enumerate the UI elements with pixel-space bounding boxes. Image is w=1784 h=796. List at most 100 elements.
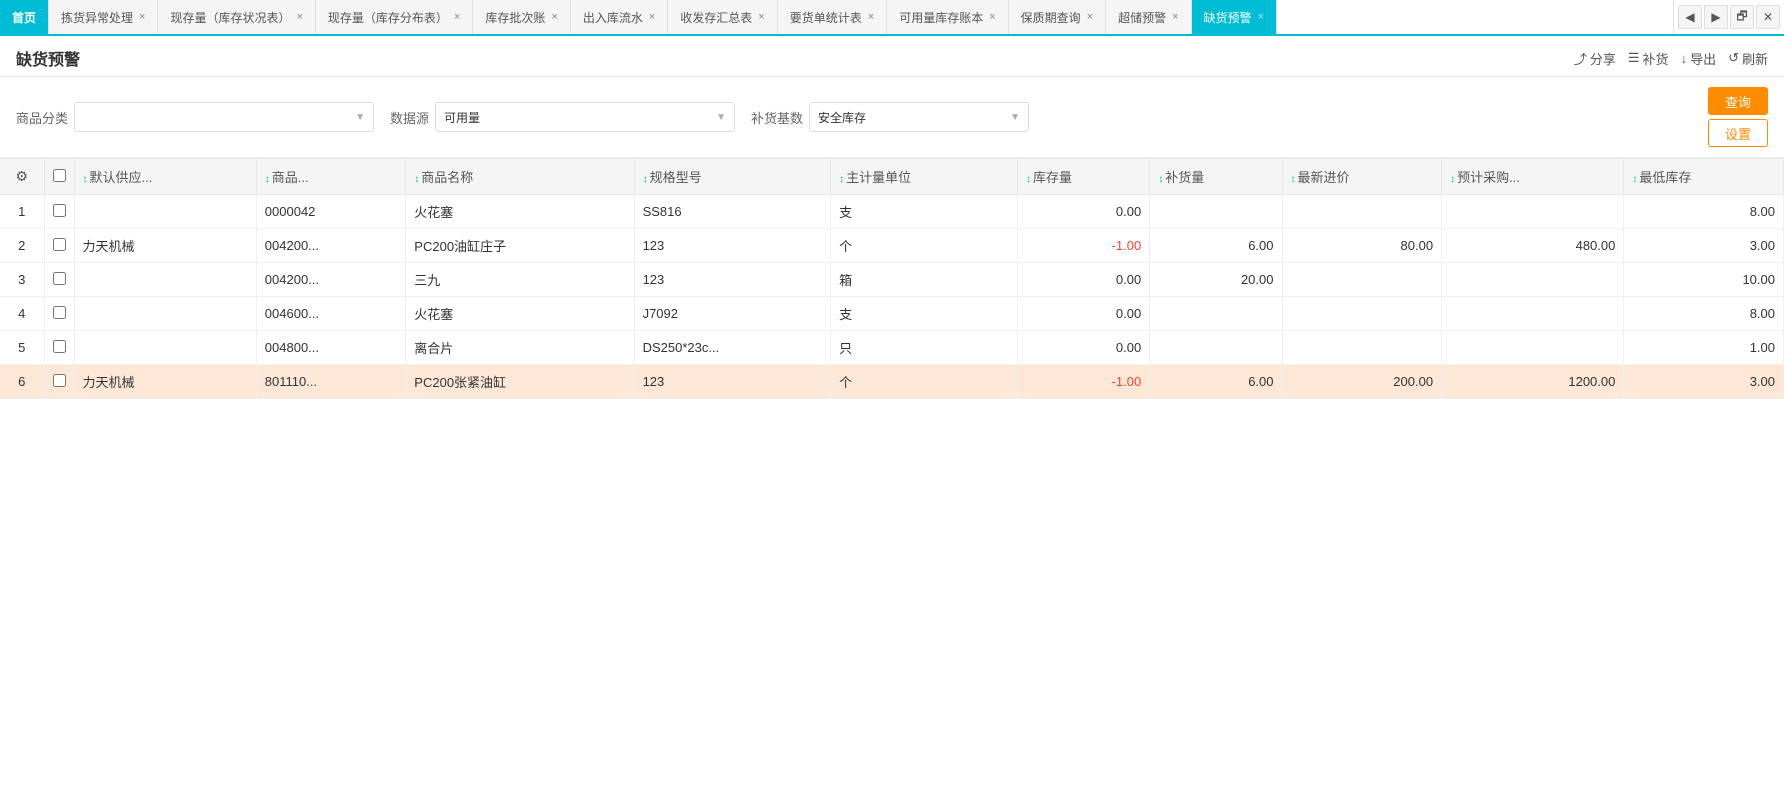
nav-tab-6[interactable]: 收发存汇总表× xyxy=(668,0,777,34)
col-min-stock: ↕最低库存 xyxy=(1624,159,1784,195)
filter-actions: 查询 设置 xyxy=(1708,87,1768,147)
row-check-3[interactable] xyxy=(44,297,74,331)
nav-tabs: 首页拣货异常处理×现存量（库存状况表）×现存量（库存分布表）×库存批次账×出入库… xyxy=(0,0,1673,34)
select-all-checkbox[interactable] xyxy=(53,169,66,182)
row-min-stock-1: 3.00 xyxy=(1624,229,1784,263)
nav-tab-5[interactable]: 出入库流水× xyxy=(571,0,668,34)
close-tab-icon-1[interactable]: × xyxy=(139,11,145,23)
row-code-0: 0000042 xyxy=(256,195,406,229)
col-code: ↕商品... xyxy=(256,159,406,195)
row-stock-5: -1.00 xyxy=(1017,365,1149,399)
row-code-2: 004200... xyxy=(256,263,406,297)
row-checkbox-1[interactable] xyxy=(53,238,66,251)
replenish-btn[interactable]: ☰ 补货 xyxy=(1628,49,1669,68)
replenish-base-label: 补货基数 xyxy=(751,108,803,127)
close-tab-icon-6[interactable]: × xyxy=(758,11,764,23)
close-tab-icon-9[interactable]: × xyxy=(1087,11,1093,23)
nav-tab-4[interactable]: 库存批次账× xyxy=(473,0,570,34)
replenish-base-select[interactable]: 安全库存 ▼ xyxy=(809,102,1029,132)
row-name-2: 三九 xyxy=(406,263,634,297)
nav-close-btn[interactable]: ✕ xyxy=(1756,5,1780,29)
close-tab-icon-4[interactable]: × xyxy=(551,11,557,23)
row-name-4: 离合片 xyxy=(406,331,634,365)
row-checkbox-3[interactable] xyxy=(53,306,66,319)
export-btn[interactable]: ↓ 导出 xyxy=(1681,49,1717,68)
category-select[interactable]: ▼ xyxy=(74,102,374,132)
refresh-btn[interactable]: ↺ 刷新 xyxy=(1728,49,1768,68)
row-no-3: 4 xyxy=(0,297,44,331)
nav-tab-9[interactable]: 保质期查询× xyxy=(1009,0,1106,34)
close-tab-icon-2[interactable]: × xyxy=(296,11,302,23)
row-est-purchase-5: 1200.00 xyxy=(1442,365,1624,399)
page-title: 缺货预警 xyxy=(16,46,80,70)
nav-prev-btn[interactable]: ◀ xyxy=(1678,5,1702,29)
nav-tab-3[interactable]: 现存量（库存分布表）× xyxy=(316,0,473,34)
close-tab-icon-5[interactable]: × xyxy=(649,11,655,23)
row-no-4: 5 xyxy=(0,331,44,365)
row-check-1[interactable] xyxy=(44,229,74,263)
row-check-5[interactable] xyxy=(44,365,74,399)
row-est-purchase-0 xyxy=(1442,195,1624,229)
nav-tab-0[interactable]: 首页 xyxy=(0,0,49,34)
close-tab-icon-8[interactable]: × xyxy=(989,11,995,23)
share-btn[interactable]: ⤴ 分享 xyxy=(1574,49,1616,68)
nav-tab-10[interactable]: 超储预警× xyxy=(1106,0,1191,34)
replenish-base-filter: 补货基数 安全库存 ▼ xyxy=(751,102,1029,132)
col-check xyxy=(44,159,74,195)
row-unit-4: 只 xyxy=(831,331,1018,365)
row-check-4[interactable] xyxy=(44,331,74,365)
row-est-purchase-4 xyxy=(1442,331,1624,365)
row-check-2[interactable] xyxy=(44,263,74,297)
row-checkbox-0[interactable] xyxy=(53,204,66,217)
row-latest-price-0 xyxy=(1282,195,1442,229)
row-check-0[interactable] xyxy=(44,195,74,229)
row-spec-4: DS250*23c... xyxy=(634,331,831,365)
nav-restore-btn[interactable]: 🗗 xyxy=(1730,5,1754,29)
close-tab-icon-7[interactable]: × xyxy=(868,11,874,23)
row-no-5: 6 xyxy=(0,365,44,399)
gear-icon[interactable]: ⚙ xyxy=(15,168,28,184)
nav-tab-11[interactable]: 缺货预警× xyxy=(1192,0,1277,34)
close-tab-icon-10[interactable]: × xyxy=(1172,11,1178,23)
row-checkbox-4[interactable] xyxy=(53,340,66,353)
close-tab-icon-3[interactable]: × xyxy=(454,11,460,23)
row-replenish-5: 6.00 xyxy=(1150,365,1282,399)
row-latest-price-5: 200.00 xyxy=(1282,365,1442,399)
row-spec-5: 123 xyxy=(634,365,831,399)
col-replenish: ↕补货量 xyxy=(1150,159,1282,195)
row-unit-3: 支 xyxy=(831,297,1018,331)
row-stock-2: 0.00 xyxy=(1017,263,1149,297)
row-est-purchase-2 xyxy=(1442,263,1624,297)
table-row: 2 力天机械 004200... PC200油缸庄子 123 个 -1.00 6… xyxy=(0,229,1784,263)
col-supplier: ↕默认供应... xyxy=(74,159,256,195)
row-checkbox-5[interactable] xyxy=(53,374,66,387)
query-button[interactable]: 查询 xyxy=(1708,87,1768,115)
datasource-label: 数据源 xyxy=(390,108,429,127)
filter-row: 商品分类 ▼ 数据源 可用量 ▼ 补货基数 安全库存 ▼ 查询 设置 xyxy=(0,77,1784,158)
row-checkbox-2[interactable] xyxy=(53,272,66,285)
row-min-stock-3: 8.00 xyxy=(1624,297,1784,331)
row-unit-0: 支 xyxy=(831,195,1018,229)
close-tab-icon-11[interactable]: × xyxy=(1258,11,1264,23)
row-latest-price-2 xyxy=(1282,263,1442,297)
nav-tab-8[interactable]: 可用量库存账本× xyxy=(887,0,1008,34)
row-min-stock-2: 10.00 xyxy=(1624,263,1784,297)
settings-button[interactable]: 设置 xyxy=(1708,119,1768,147)
col-settings[interactable]: ⚙ xyxy=(0,159,44,195)
nav-tab-7[interactable]: 要货单统计表× xyxy=(778,0,887,34)
nav-tab-2[interactable]: 现存量（库存状况表）× xyxy=(158,0,315,34)
table-body: 1 0000042 火花塞 SS816 支 0.00 8.00 2 力天机械 0… xyxy=(0,195,1784,399)
datasource-select[interactable]: 可用量 ▼ xyxy=(435,102,735,132)
row-supplier-2 xyxy=(74,263,256,297)
nav-tab-1[interactable]: 拣货异常处理× xyxy=(49,0,158,34)
category-filter: 商品分类 ▼ xyxy=(16,102,374,132)
row-supplier-0 xyxy=(74,195,256,229)
nav-next-btn[interactable]: ▶ xyxy=(1704,5,1728,29)
datasource-value: 可用量 xyxy=(444,109,480,126)
row-name-5: PC200张紧油缸 xyxy=(406,365,634,399)
row-latest-price-3 xyxy=(1282,297,1442,331)
row-stock-4: 0.00 xyxy=(1017,331,1149,365)
row-replenish-3 xyxy=(1150,297,1282,331)
export-icon: ↓ xyxy=(1681,51,1688,66)
refresh-icon: ↺ xyxy=(1728,50,1739,66)
